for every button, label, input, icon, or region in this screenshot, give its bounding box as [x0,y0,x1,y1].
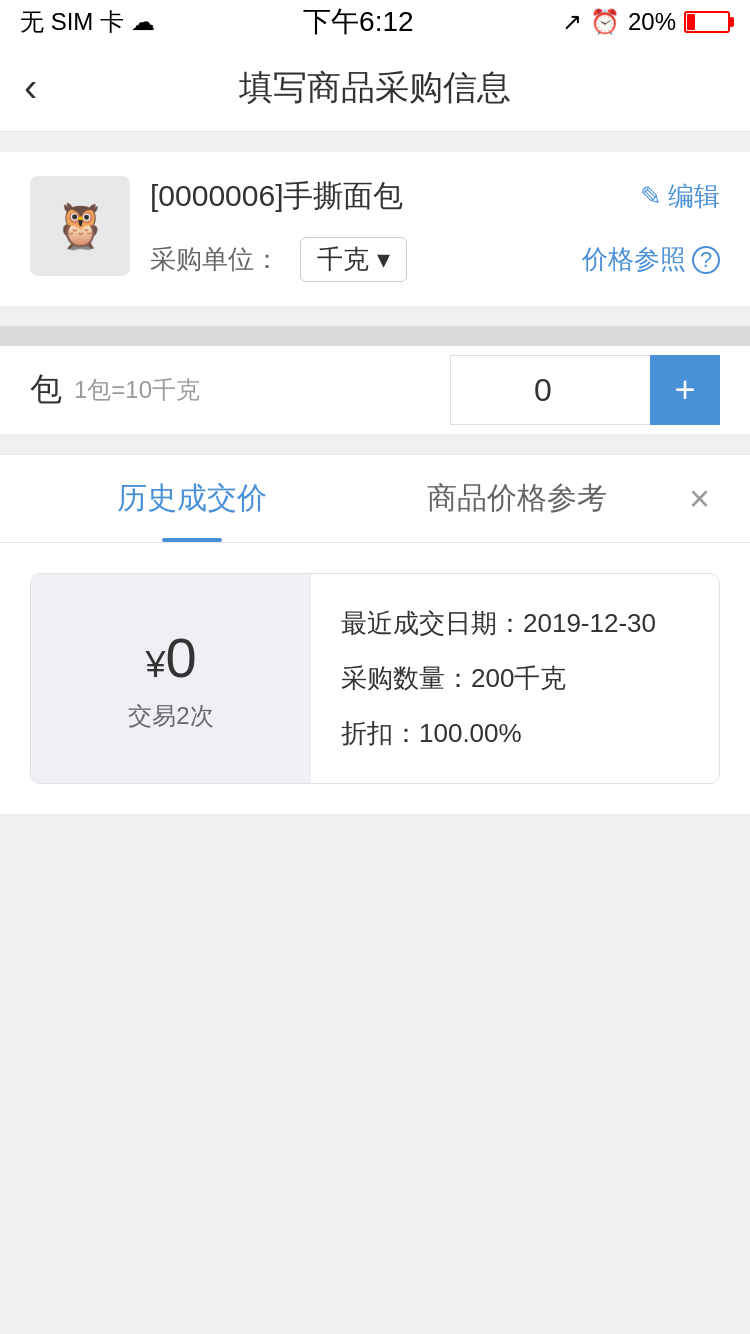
unit-select[interactable]: 千克 ▾ [300,237,407,282]
unit-conversion: 1包=10千克 [74,374,200,406]
quantity-controls: + [450,355,720,425]
battery-icon [684,11,730,33]
product-header: 🦉 [0000006]手撕面包 ✎ 编辑 采购单位： 千克 ▾ [30,176,720,282]
price-left: ¥0 交易2次 [31,574,311,783]
tab-close-button[interactable]: × [679,468,720,530]
product-info: [0000006]手撕面包 ✎ 编辑 采购单位： 千克 ▾ 价格参照 ? [150,176,720,282]
page-title: 填写商品采购信息 [239,65,511,111]
no-sim-text: 无 SIM 卡 ☁ [20,6,155,38]
unit-badge: 包 [30,368,62,412]
unit-label-group: 采购单位： 千克 ▾ [150,237,407,282]
tab-price-ref[interactable]: 商品价格参考 [354,455,678,542]
discount-label: 折扣： [341,718,419,748]
discount-row: 折扣：100.00% [341,714,689,753]
quantity-label: 包 1包=10千克 [30,368,200,412]
signal-icon: ↗ [562,8,582,36]
card-area: ¥0 交易2次 最近成交日期：2019-12-30 采购数量：200千克 折扣：… [0,543,750,814]
price-ref-label: 价格参照 [582,242,686,277]
price-value: 0 [165,626,196,689]
unit-row: 采购单位： 千克 ▾ 价格参照 ? [150,237,720,282]
price-amount: ¥0 [145,625,196,690]
edit-icon: ✎ [640,181,662,212]
back-button[interactable]: ‹ [24,65,37,110]
section-divider [0,326,750,346]
status-left: 无 SIM 卡 ☁ [20,6,155,38]
quantity-input[interactable] [450,355,650,425]
plus-button[interactable]: + [650,355,720,425]
edit-label: 编辑 [668,179,720,214]
unit-value: 千克 [317,242,369,277]
tab-history-label: 历史成交价 [117,478,267,519]
status-time: 下午6:12 [303,3,414,41]
edit-button[interactable]: ✎ 编辑 [640,179,720,214]
product-card: 🦉 [0000006]手撕面包 ✎ 编辑 采购单位： 千克 ▾ [0,152,750,306]
purchase-quantity-value: 200千克 [471,663,566,693]
alarm-icon: ⏰ [590,8,620,36]
price-card: ¥0 交易2次 最近成交日期：2019-12-30 采购数量：200千克 折扣：… [30,573,720,784]
product-image-icon: 🦉 [53,200,108,252]
price-trades: 交易2次 [128,700,213,732]
unit-label: 采购单位： [150,244,280,274]
question-icon: ? [692,246,720,274]
status-bar: 无 SIM 卡 ☁ 下午6:12 ↗ ⏰ 20% [0,0,750,44]
recent-date-row: 最近成交日期：2019-12-30 [341,604,689,643]
tab-price-ref-label: 商品价格参考 [427,478,607,519]
quantity-row: 包 1包=10千克 + [0,346,750,434]
product-name-row: [0000006]手撕面包 ✎ 编辑 [150,176,720,217]
recent-date-label: 最近成交日期： [341,608,523,638]
tabs: 历史成交价 商品价格参考 × [0,455,750,543]
price-ref-button[interactable]: 价格参照 ? [582,242,720,277]
dropdown-arrow-icon: ▾ [377,244,390,275]
discount-value: 100.00% [419,718,522,748]
product-name: [0000006]手撕面包 [150,176,403,217]
status-right: ↗ ⏰ 20% [562,8,730,36]
price-right: 最近成交日期：2019-12-30 采购数量：200千克 折扣：100.00% [311,574,719,783]
quantity-row-detail: 采购数量：200千克 [341,659,689,698]
purchase-quantity-label: 采购数量： [341,663,471,693]
recent-date-value: 2019-12-30 [523,608,656,638]
product-thumbnail: 🦉 [30,176,130,276]
bottom-panel: 历史成交价 商品价格参考 × ¥0 交易2次 最近成交日期：2019-12-30… [0,454,750,814]
currency-symbol: ¥ [145,644,165,685]
tab-history-price[interactable]: 历史成交价 [30,455,354,542]
battery-percent: 20% [628,8,676,36]
nav-bar: ‹ 填写商品采购信息 [0,44,750,132]
